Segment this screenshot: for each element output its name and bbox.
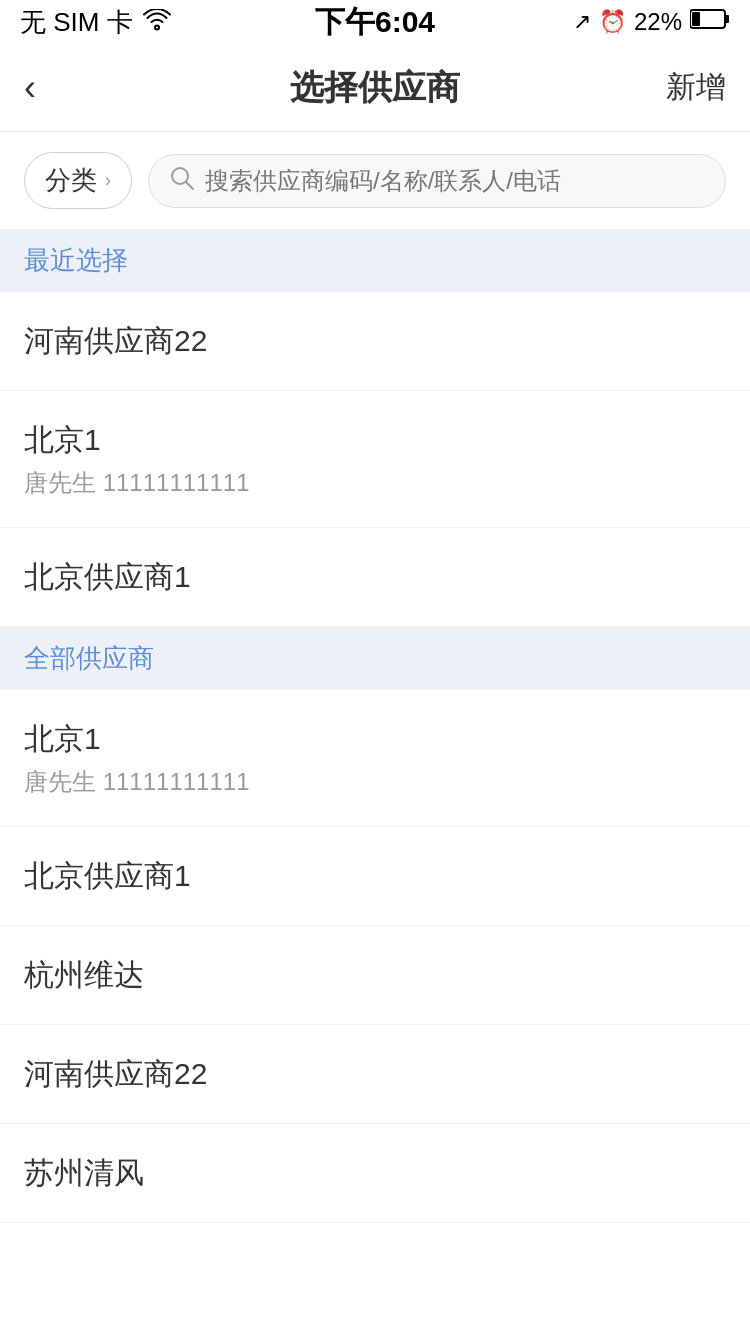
list-item[interactable]: 北京1 唐先生 11111111111 [0,391,750,528]
category-label: 分类 [45,163,97,198]
all-section-label: 全部供应商 [24,643,154,673]
status-bar: 无 SIM 卡 下午6:04 ↗ ⏰ 22% [0,0,750,44]
location-icon: ↗ [573,9,591,35]
status-time: 下午6:04 [315,2,435,43]
list-item[interactable]: 北京供应商1 [0,528,750,627]
status-left: 无 SIM 卡 [20,5,171,40]
item-name: 北京供应商1 [24,855,726,897]
all-items-list: 北京1 唐先生 11111111111 北京供应商1 杭州维达河南供应商22 苏州清风 [0,690,750,1223]
list-item[interactable]: 河南供应商22 [0,292,750,391]
item-name: 河南供应商22 [24,1053,726,1095]
svg-rect-1 [725,15,729,23]
list-item[interactable]: 北京1 唐先生 11111111111 [0,690,750,827]
item-sub: 唐先生 11111111111 [24,467,726,499]
nav-bar: ‹ 选择供应商 新增 [0,44,750,132]
search-box[interactable] [148,154,726,208]
alarm-icon: ⏰ [599,9,626,35]
list-item[interactable]: 河南供应商22 [0,1025,750,1124]
battery-label: 22% [634,8,682,36]
page-title: 选择供应商 [290,65,460,111]
battery-icon [690,8,730,36]
search-icon [169,165,195,197]
item-name: 苏州清风 [24,1152,726,1194]
item-name: 北京1 [24,419,726,461]
svg-line-4 [186,182,193,189]
add-button[interactable]: 新增 [666,67,726,108]
search-input[interactable] [205,167,705,195]
recent-section-label: 最近选择 [24,245,128,275]
item-name: 北京1 [24,718,726,760]
no-sim-label: 无 SIM 卡 [20,5,133,40]
chevron-right-icon: › [105,170,111,191]
item-name: 河南供应商22 [24,320,726,362]
recent-items-list: 河南供应商22 北京1 唐先生 11111111111 北京供应商1 [0,292,750,627]
back-button[interactable]: ‹ [24,67,84,109]
status-right: ↗ ⏰ 22% [573,8,730,36]
item-sub: 唐先生 11111111111 [24,766,726,798]
category-button[interactable]: 分类 › [24,152,132,209]
filter-bar: 分类 › [0,132,750,229]
item-name: 杭州维达 [24,954,726,996]
wifi-icon [143,7,171,38]
svg-rect-2 [692,12,700,26]
list-item[interactable]: 苏州清风 [0,1124,750,1223]
list-item[interactable]: 杭州维达 [0,926,750,1025]
all-section-header: 全部供应商 [0,627,750,690]
list-item[interactable]: 北京供应商1 [0,827,750,926]
item-name: 北京供应商1 [24,556,726,598]
recent-section-header: 最近选择 [0,229,750,292]
